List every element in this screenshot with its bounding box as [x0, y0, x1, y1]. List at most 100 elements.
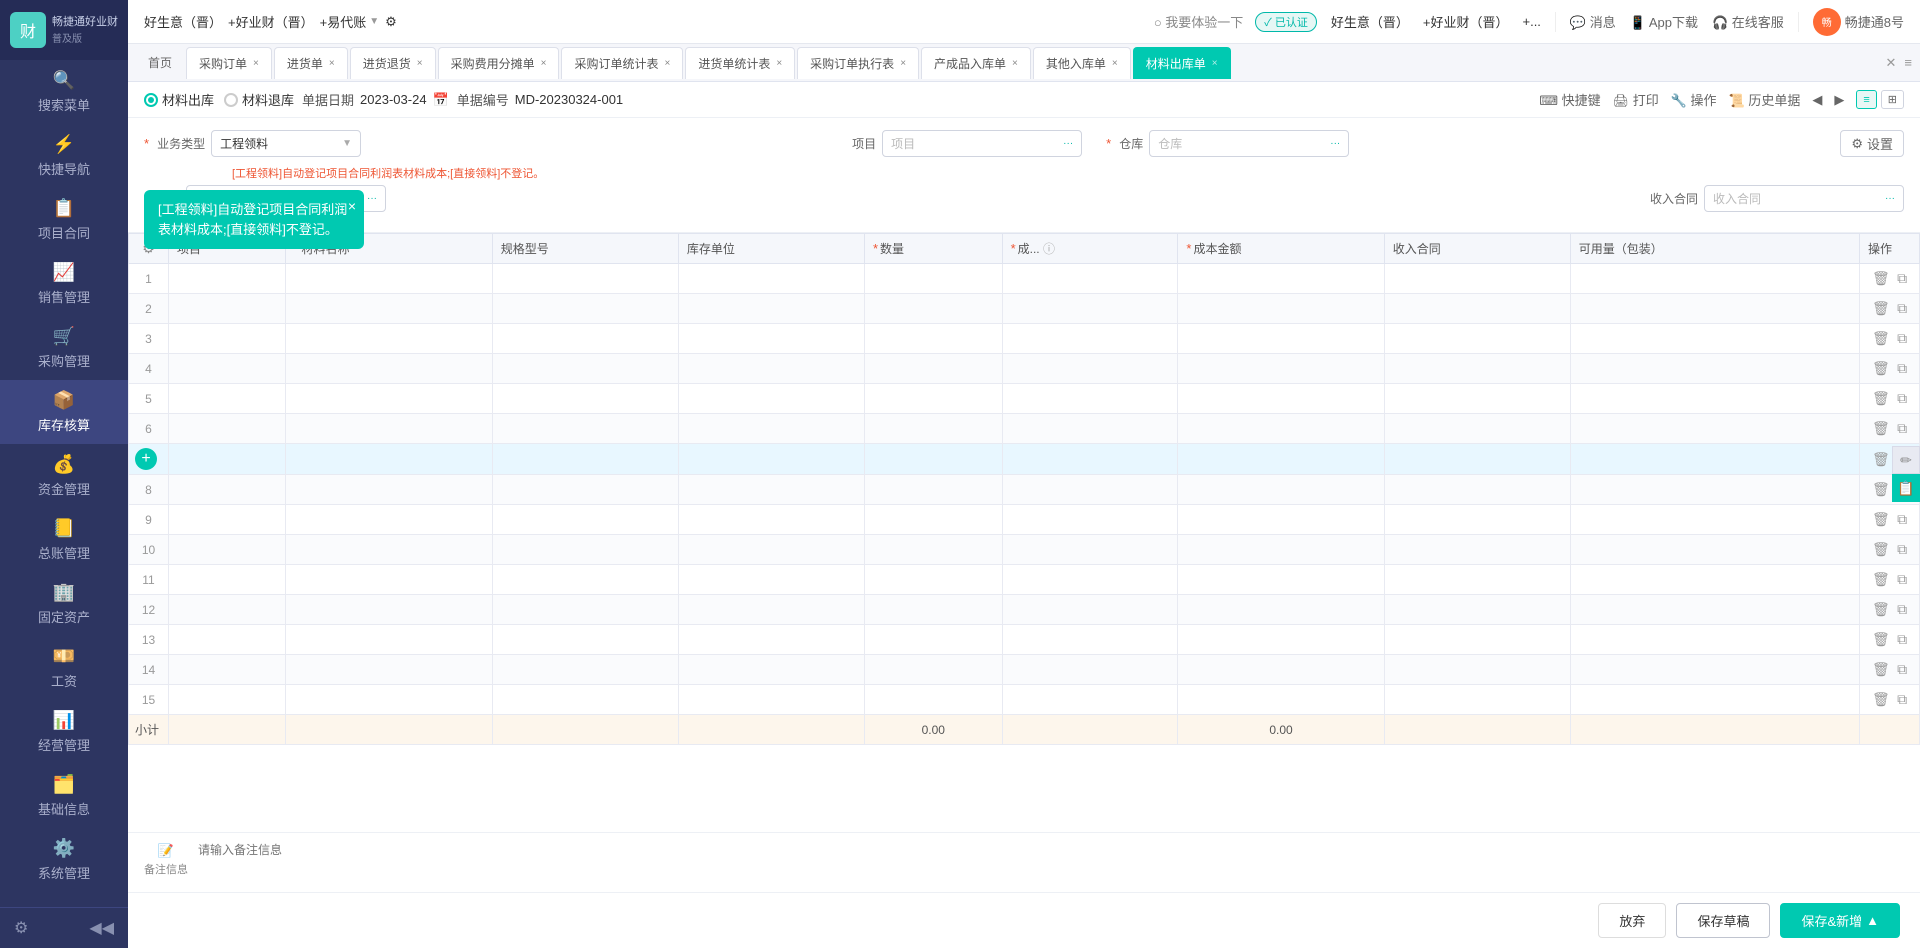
income-contract-input[interactable]: 收入合同 ···: [1704, 185, 1904, 212]
sidebar-item-assets[interactable]: 🏢 固定资产: [0, 572, 128, 636]
copy-row-btn[interactable]: ⧉: [1895, 388, 1909, 409]
tooltip-close-btn[interactable]: ×: [348, 196, 356, 217]
delete-row-btn[interactable]: 🗑: [1870, 328, 1892, 349]
tab-purchase-fee[interactable]: 采购费用分摊单 ×: [438, 47, 560, 79]
notes-input[interactable]: [198, 843, 1904, 857]
copy-row-btn[interactable]: ⧉: [1895, 509, 1909, 530]
copy-row-btn[interactable]: ⧉: [1895, 659, 1909, 680]
delete-row-btn[interactable]: 🗑: [1870, 418, 1892, 439]
sidebar-item-basic[interactable]: 🗂️ 基础信息: [0, 764, 128, 828]
tab-finished-goods[interactable]: 产成品入库单 ×: [921, 47, 1031, 79]
delete-row-btn[interactable]: 🗑: [1870, 358, 1892, 379]
cell-cost[interactable]: [1002, 264, 1178, 294]
copy-row-btn[interactable]: ⧉: [1895, 569, 1909, 590]
history-btn[interactable]: 📜 历史单据: [1729, 90, 1801, 109]
delete-row-btn[interactable]: 🗑: [1870, 298, 1892, 319]
sidebar-item-search[interactable]: 🔍 搜索菜单: [0, 60, 128, 124]
calendar-icon[interactable]: 📅: [433, 92, 449, 108]
delete-row-btn[interactable]: 🗑: [1870, 388, 1892, 409]
tab-inbound-return[interactable]: 进货退货 ×: [350, 47, 436, 79]
delete-row-btn[interactable]: 🗑: [1870, 599, 1892, 620]
copy-row-btn[interactable]: ⧉: [1895, 358, 1909, 379]
nav-settings-icon[interactable]: ⚙: [385, 14, 397, 30]
nav-experience[interactable]: ○ 我要体验一下: [1154, 12, 1243, 31]
tab-purchase-stats[interactable]: 采购订单统计表 ×: [561, 47, 683, 79]
view-list-btn[interactable]: ≡: [1856, 90, 1876, 109]
delete-row-btn[interactable]: 🗑: [1870, 449, 1892, 470]
sidebar-item-quick[interactable]: ⚡ 快捷导航: [0, 124, 128, 188]
radio-material-return[interactable]: 材料退库: [224, 90, 294, 109]
delete-row-btn[interactable]: 🗑: [1870, 569, 1892, 590]
sidebar-item-ops[interactable]: 📊 经营管理: [0, 700, 128, 764]
copy-row-btn[interactable]: ⧉: [1895, 629, 1909, 650]
settings-icon[interactable]: ⚙: [14, 918, 28, 938]
online-support-btn[interactable]: 🎧 在线客服: [1712, 12, 1784, 31]
nav-prev-btn[interactable]: ◀: [1812, 92, 1822, 108]
sidebar-item-system[interactable]: ⚙️ 系统管理: [0, 828, 128, 892]
nav-next-btn[interactable]: ▶: [1834, 92, 1844, 108]
tab-menu-btn[interactable]: ≡: [1904, 55, 1912, 70]
cell-stock-unit[interactable]: [678, 264, 864, 294]
business-type-input[interactable]: 工程领料 ▼: [211, 130, 361, 157]
nav-item-haoshengyi[interactable]: 好生意（晋）: [144, 12, 222, 31]
sidebar-item-ledger[interactable]: 📒 总账管理: [0, 508, 128, 572]
tab-purchase-order[interactable]: 采购订单 ×: [186, 47, 272, 79]
sidebar-item-finance[interactable]: 💰 资金管理: [0, 444, 128, 508]
tab-inbound-stats[interactable]: 进货单统计表 ×: [685, 47, 795, 79]
cell-income-contract[interactable]: [1384, 264, 1570, 294]
print-btn[interactable]: 🖨 打印: [1613, 90, 1659, 109]
view-grid-btn[interactable]: ⊞: [1881, 90, 1904, 109]
nav-haoyecai-r[interactable]: +好业财（晋）: [1423, 12, 1509, 31]
app-download-btn[interactable]: 📱 App下载: [1630, 12, 1698, 31]
delete-row-btn[interactable]: 🗑: [1870, 659, 1892, 680]
delete-row-btn[interactable]: 🗑: [1870, 509, 1892, 530]
copy-row-btn[interactable]: ⧉: [1895, 268, 1909, 289]
copy-row-btn[interactable]: ⧉: [1895, 298, 1909, 319]
cell-quantity[interactable]: [864, 264, 1002, 294]
tab-home[interactable]: 首页: [136, 47, 184, 79]
cell-project[interactable]: [169, 264, 286, 294]
nav-haoshengyi-r[interactable]: 好生意（晋）: [1331, 12, 1409, 31]
save-draft-button[interactable]: 保存草稿: [1676, 903, 1770, 938]
radio-material-out[interactable]: 材料出库: [144, 90, 214, 109]
cell-material-name[interactable]: [286, 264, 492, 294]
tab-purchase-exec[interactable]: 采购订单执行表 ×: [797, 47, 919, 79]
message-btn[interactable]: 💬 消息: [1570, 12, 1616, 31]
cell-cost-amount[interactable]: [1178, 264, 1384, 294]
settings-button[interactable]: ⚙ 设置: [1840, 130, 1904, 157]
project-input[interactable]: 项目 ···: [882, 130, 1082, 157]
cell-available[interactable]: [1570, 264, 1859, 294]
nav-item-haoyecai[interactable]: +好业财（晋）: [228, 12, 314, 31]
discard-button[interactable]: 放弃: [1598, 903, 1666, 938]
copy-row-btn[interactable]: ⧉: [1895, 328, 1909, 349]
copy-row-btn[interactable]: ⧉: [1895, 539, 1909, 560]
collapse-icon[interactable]: ◀◀: [89, 918, 114, 938]
side-edit-btn[interactable]: ✏: [1892, 446, 1920, 474]
tab-close-btn[interactable]: ✕: [1886, 55, 1897, 71]
delete-row-btn[interactable]: 🗑: [1870, 479, 1892, 500]
sidebar-item-purchase[interactable]: 🛒 采购管理: [0, 316, 128, 380]
delete-row-btn[interactable]: 🗑: [1870, 268, 1892, 289]
nav-item-yidaizhang[interactable]: +易代账 ▼: [320, 12, 380, 31]
save-new-button[interactable]: 保存&新增 ▲: [1780, 903, 1900, 938]
copy-row-btn[interactable]: ⧉: [1895, 418, 1909, 439]
nav-more[interactable]: +...: [1522, 14, 1540, 29]
add-row-btn[interactable]: +: [135, 448, 157, 470]
ops-btn[interactable]: 🔧 操作: [1671, 90, 1717, 109]
user-avatar[interactable]: 畅 畅捷通8号: [1813, 8, 1904, 36]
copy-row-btn[interactable]: ⧉: [1895, 599, 1909, 620]
delete-row-btn[interactable]: 🗑: [1870, 689, 1892, 710]
delete-row-btn[interactable]: 🗑: [1870, 539, 1892, 560]
copy-row-btn[interactable]: ⧉: [1895, 689, 1909, 710]
tab-material-outbound[interactable]: 材料出库单 ×: [1133, 47, 1231, 79]
cell-spec[interactable]: [492, 264, 678, 294]
side-active-btn[interactable]: 📋: [1892, 474, 1920, 502]
tab-other-inbound[interactable]: 其他入库单 ×: [1033, 47, 1131, 79]
shortcut-btn[interactable]: ⌨ 快捷键: [1539, 90, 1600, 109]
sidebar-item-sales[interactable]: 📈 销售管理: [0, 252, 128, 316]
sidebar-item-salary[interactable]: 💴 工资: [0, 636, 128, 700]
delete-row-btn[interactable]: 🗑: [1870, 629, 1892, 650]
tab-inbound[interactable]: 进货单 ×: [274, 47, 348, 79]
warehouse-input[interactable]: 仓库 ···: [1149, 130, 1349, 157]
sidebar-item-project[interactable]: 📋 项目合同: [0, 188, 128, 252]
